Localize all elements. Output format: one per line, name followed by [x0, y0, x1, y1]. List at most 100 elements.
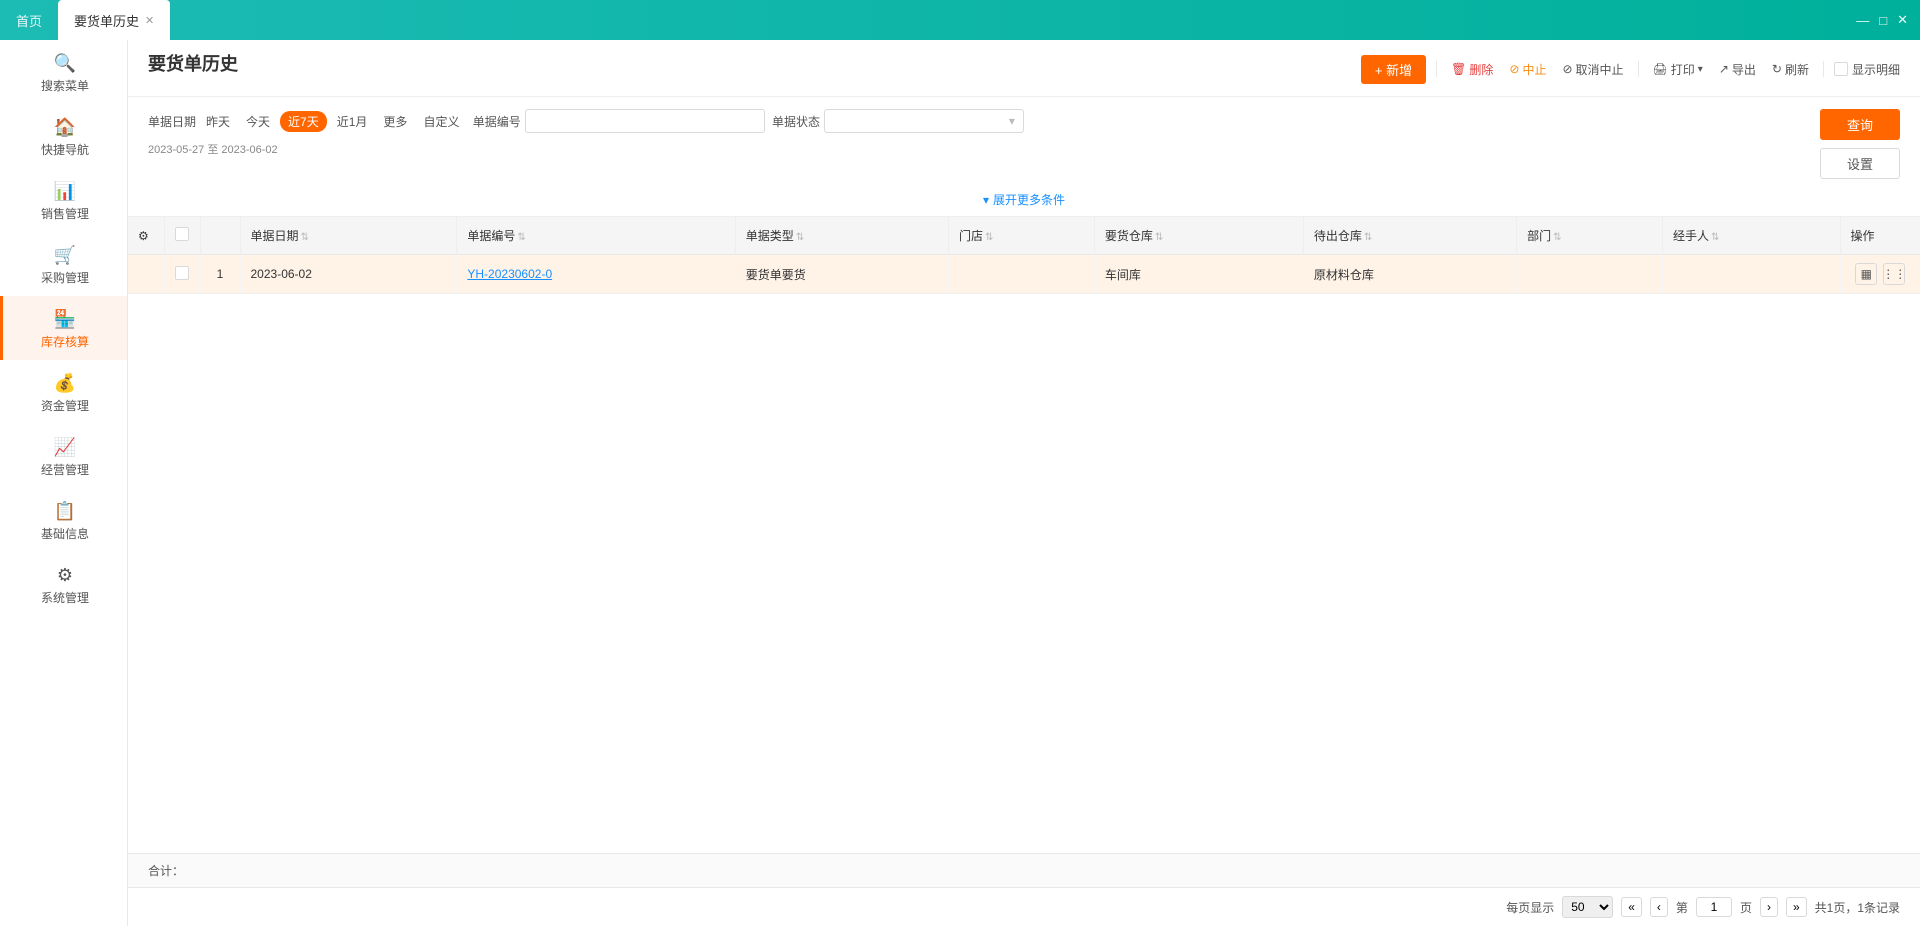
row-store-cell — [949, 255, 1095, 294]
maximize-icon[interactable]: □ — [1879, 13, 1887, 28]
sidebar-item-finance-label: 资金管理 — [41, 397, 89, 414]
date-btn-custom[interactable]: 自定义 — [417, 111, 465, 132]
row-dept-cell — [1517, 255, 1663, 294]
filter-row-1: 单据日期 昨天 今天 近7天 近1月 更多 自定义 单据编号 — [148, 109, 1804, 133]
tab-home[interactable]: 首页 — [0, 0, 58, 40]
sidebar-item-sales-label: 销售管理 — [41, 205, 89, 222]
sidebar-item-purchase[interactable]: 🛒 采购管理 — [0, 232, 127, 296]
filter-buttons: 查询 设置 — [1820, 109, 1900, 179]
col-order-no[interactable]: 单据编号⇅ — [457, 217, 735, 255]
table-row: 1 2023-06-02 YH-20230602-0 要货单要货 车间库 原材料… — [128, 255, 1920, 294]
display-detail-checkbox[interactable] — [1834, 62, 1848, 76]
divider3 — [1823, 61, 1824, 77]
page-unit: 页 — [1740, 899, 1752, 916]
search-icon: 🔍 — [54, 54, 76, 72]
sidebar-item-sales[interactable]: 📊 销售管理 — [0, 168, 127, 232]
cancel-stop-button[interactable]: ⊘ 取消中止 — [1558, 59, 1627, 80]
table-area: ⚙ 单据日期⇅ 单据编号⇅ 单据类型⇅ — [128, 217, 1920, 853]
delete-icon: 🗑 — [1451, 62, 1466, 76]
date-filter-label: 单据日期 — [148, 113, 196, 130]
sidebar-item-nav-label: 快捷导航 — [41, 141, 89, 158]
print-dropdown-icon[interactable]: ▾ — [1698, 64, 1703, 75]
page-size-select[interactable]: 50 100 200 — [1562, 896, 1613, 918]
status-select[interactable]: ▾ — [824, 109, 1024, 133]
top-bar: 首页 要货单历史 ✕ — □ ✕ — [0, 0, 1920, 40]
sidebar-item-inventory-label: 库存核算 — [41, 333, 89, 350]
refresh-button[interactable]: ↻ 刷新 — [1768, 59, 1813, 80]
expand-icon: ▾ — [983, 193, 989, 207]
prev-page-btn[interactable]: ‹ — [1650, 897, 1668, 917]
order-no-input[interactable] — [525, 109, 765, 133]
first-page-btn[interactable]: « — [1621, 897, 1642, 917]
order-no-link[interactable]: YH-20230602-0 — [467, 267, 552, 281]
row-checkbox[interactable] — [175, 266, 189, 280]
sidebar-item-operations-label: 经营管理 — [41, 461, 89, 478]
stop-button[interactable]: ⊘ 中止 — [1505, 59, 1550, 80]
status-label: 单据状态 — [772, 113, 820, 130]
sidebar-item-nav[interactable]: 🏠 快捷导航 — [0, 104, 127, 168]
row-order-no-cell[interactable]: YH-20230602-0 — [457, 255, 735, 294]
last-page-btn[interactable]: » — [1786, 897, 1807, 917]
col-wait-warehouse[interactable]: 待出仓库⇅ — [1303, 217, 1516, 255]
date-btn-more[interactable]: 更多 — [377, 111, 413, 132]
export-button[interactable]: ↗ 导出 — [1715, 59, 1760, 80]
page-title: 要货单历史 — [148, 50, 238, 76]
filter-expand-row: ▾ 展开更多条件 — [128, 179, 1920, 217]
display-detail-check[interactable]: 显示明细 — [1834, 61, 1900, 78]
setting-button[interactable]: 设置 — [1820, 148, 1900, 179]
row-more-icon[interactable]: ⋮⋮ — [1883, 263, 1905, 285]
export-icon: ↗ — [1719, 62, 1729, 76]
row-actions-cell: ▦ ⋮⋮ — [1840, 255, 1920, 294]
date-btn-7days[interactable]: 近7天 — [280, 111, 327, 132]
row-handler-cell — [1662, 255, 1840, 294]
inventory-icon: 🏪 — [54, 310, 76, 328]
total-info: 共1页，1条记录 — [1815, 899, 1900, 916]
col-handler[interactable]: 经手人⇅ — [1662, 217, 1840, 255]
date-btn-1month[interactable]: 近1月 — [331, 111, 374, 132]
row-checkbox-cell[interactable] — [164, 255, 200, 294]
row-view-icon[interactable]: ▦ — [1855, 263, 1877, 285]
sort-store-icon: ⇅ — [985, 232, 993, 243]
expand-filter-button[interactable]: ▾ 展开更多条件 — [983, 191, 1065, 208]
sidebar: 🔍 搜索菜单 🏠 快捷导航 📊 销售管理 🛒 采购管理 🏪 库存核算 💰 资金管… — [0, 40, 128, 926]
sidebar-item-finance[interactable]: 💰 资金管理 — [0, 360, 127, 424]
sidebar-item-operations[interactable]: 📈 经营管理 — [0, 424, 127, 488]
col-setting[interactable]: ⚙ — [128, 217, 164, 255]
col-type[interactable]: 单据类型⇅ — [735, 217, 948, 255]
date-btn-yesterday[interactable]: 昨天 — [200, 111, 236, 132]
tab-close-icon[interactable]: ✕ — [145, 14, 154, 27]
sort-type-icon: ⇅ — [796, 232, 804, 243]
system-icon: ⚙ — [57, 566, 73, 584]
new-button[interactable]: + 新增 — [1361, 55, 1426, 84]
sidebar-item-search[interactable]: 🔍 搜索菜单 — [0, 40, 127, 104]
select-all-checkbox[interactable] — [175, 227, 189, 241]
sidebar-item-system[interactable]: ⚙ 系统管理 — [0, 552, 127, 616]
page-size-label: 每页显示 — [1506, 899, 1554, 916]
delete-button[interactable]: 🗑 删除 — [1447, 59, 1497, 80]
order-no-label: 单据编号 — [473, 113, 521, 130]
sidebar-item-base-info[interactable]: 📋 基础信息 — [0, 488, 127, 552]
query-button[interactable]: 查询 — [1820, 109, 1900, 140]
next-page-btn[interactable]: › — [1760, 897, 1778, 917]
col-store[interactable]: 门店⇅ — [949, 217, 1095, 255]
col-dept[interactable]: 部门⇅ — [1517, 217, 1663, 255]
content-area: 要货单历史 + 新增 🗑 删除 ⊘ 中止 ⊘ 取消中止 — [128, 40, 1920, 926]
close-window-icon[interactable]: ✕ — [1897, 12, 1908, 28]
table-body: 1 2023-06-02 YH-20230602-0 要货单要货 车间库 原材料… — [128, 255, 1920, 294]
divider1 — [1436, 61, 1437, 77]
home-icon: 🏠 — [54, 118, 76, 136]
date-btn-today[interactable]: 今天 — [240, 111, 276, 132]
sidebar-item-inventory[interactable]: 🏪 库存核算 — [0, 296, 127, 360]
base-info-icon: 📋 — [54, 502, 76, 520]
print-button[interactable]: 🖨 打印 ▾ — [1649, 59, 1707, 80]
col-req-warehouse[interactable]: 要货仓库⇅ — [1094, 217, 1303, 255]
col-checkbox-all[interactable] — [164, 217, 200, 255]
col-date[interactable]: 单据日期⇅ — [240, 217, 457, 255]
sort-date-icon: ⇅ — [301, 232, 309, 243]
table-footer: 合计： — [128, 853, 1920, 887]
main-layout: 🔍 搜索菜单 🏠 快捷导航 📊 销售管理 🛒 采购管理 🏪 库存核算 💰 资金管… — [0, 40, 1920, 926]
minimize-icon[interactable]: — — [1856, 13, 1869, 28]
tab-order-history[interactable]: 要货单历史 ✕ — [58, 0, 170, 40]
sort-waitwh-icon: ⇅ — [1364, 232, 1372, 243]
page-input[interactable] — [1696, 897, 1732, 917]
